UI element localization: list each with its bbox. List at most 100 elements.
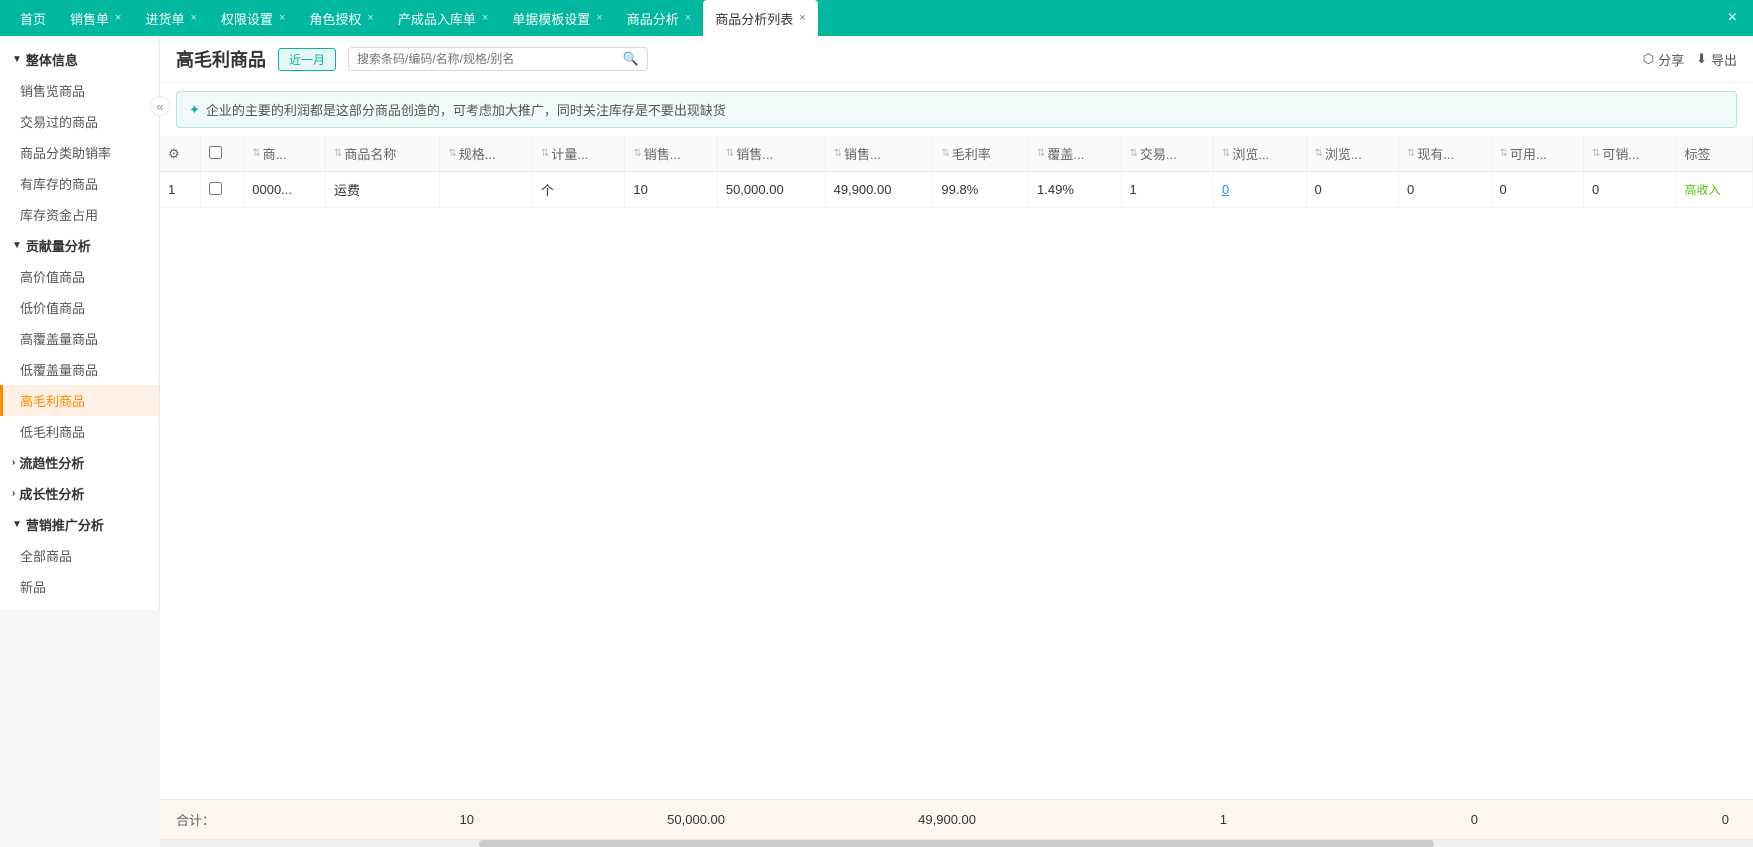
header-actions: ⬡ 分享 ⬇ 导出	[1643, 50, 1737, 69]
footer-salable: 0	[1486, 812, 1737, 827]
col-settings[interactable]: ⚙	[160, 136, 201, 172]
sidebar-item-high-value[interactable]: 高价值商品	[0, 261, 159, 292]
sort-icon: ⇅	[1037, 148, 1045, 159]
sort-icon: ⇅	[541, 148, 549, 159]
sidebar-item-all-products[interactable]: 全部商品	[0, 540, 159, 571]
sidebar-group-growth[interactable]: › 成长性分析	[0, 478, 159, 509]
cell-salable: 0	[1584, 172, 1677, 208]
expand-icon: ▼	[12, 54, 22, 65]
filter-month-button[interactable]: 近一月	[278, 48, 336, 71]
close-icon[interactable]: ×	[279, 12, 285, 24]
select-all-checkbox[interactable]	[209, 146, 222, 159]
nav-product-inbound[interactable]: 产成品入库单 ×	[386, 0, 500, 36]
table-container: ⚙ ⇅商... ⇅商品名称 ⇅规格... ⇅计量... ⇅销售... ⇅销售..…	[160, 136, 1753, 799]
cell-coverage: 1.49%	[1029, 172, 1122, 208]
nav-template[interactable]: 单据模板设置 ×	[500, 0, 614, 36]
sidebar-group-trend[interactable]: › 流趋性分析	[0, 447, 159, 478]
col-available[interactable]: ⇅可用...	[1491, 136, 1584, 172]
col-sale-qty[interactable]: ⇅销售...	[625, 136, 718, 172]
page-title: 高毛利商品	[176, 46, 266, 72]
scrollbar-thumb[interactable]	[479, 840, 1435, 847]
col-tag[interactable]: 标签	[1676, 136, 1752, 172]
sidebar-collapse-button[interactable]: «	[150, 96, 170, 116]
cell-trade: 1	[1121, 172, 1214, 208]
horizontal-scrollbar[interactable]	[160, 839, 1753, 847]
sidebar-item-low-margin[interactable]: 低毛利商品	[0, 416, 159, 447]
sidebar-item-new-products[interactable]: 新品	[0, 571, 159, 602]
cell-sale-profit: 49,900.00	[825, 172, 933, 208]
expand-icon: ›	[12, 488, 15, 499]
close-all-button[interactable]: ×	[1720, 9, 1745, 27]
col-coverage[interactable]: ⇅覆盖...	[1029, 136, 1122, 172]
col-checkbox	[201, 136, 244, 172]
cell-sale-amount: 50,000.00	[717, 172, 825, 208]
expand-icon: ▼	[12, 240, 22, 251]
sort-icon: ⇅	[1222, 148, 1230, 159]
sidebar-item-category-rate[interactable]: 商品分类助销率	[0, 137, 159, 168]
footer-sale-qty: 10	[231, 812, 482, 827]
col-sale-profit[interactable]: ⇅销售...	[825, 136, 933, 172]
sidebar-item-in-stock[interactable]: 有库存的商品	[0, 168, 159, 199]
col-browse1[interactable]: ⇅浏览...	[1214, 136, 1307, 172]
top-nav: 首页 销售单 × 进货单 × 权限设置 × 角色授权 × 产成品入库单 × 单据…	[0, 0, 1753, 36]
cell-available: 0	[1491, 172, 1584, 208]
sidebar-item-high-margin[interactable]: 高毛利商品	[0, 385, 159, 416]
cell-index: 1	[160, 172, 201, 208]
sidebar-group-marketing[interactable]: ▼ 营销推广分析	[0, 509, 159, 540]
sidebar-item-low-coverage[interactable]: 低覆盖量商品	[0, 354, 159, 385]
close-icon[interactable]: ×	[190, 12, 196, 24]
sidebar-item-high-coverage[interactable]: 高覆盖量商品	[0, 323, 159, 354]
sort-icon: ⇅	[1130, 148, 1138, 159]
footer-available: 0	[1235, 812, 1486, 827]
nav-product-analysis[interactable]: 商品分析 ×	[615, 0, 703, 36]
sidebar-group-contribution[interactable]: ▼ 贡献量分析	[0, 230, 159, 261]
nav-product-analysis-list[interactable]: 商品分析列表 ×	[703, 0, 817, 36]
col-unit[interactable]: ⇅计量...	[532, 136, 625, 172]
sidebar-item-traded[interactable]: 交易过的商品	[0, 106, 159, 137]
nav-permission[interactable]: 权限设置 ×	[209, 0, 297, 36]
cell-name: 运费	[326, 172, 440, 208]
sidebar-item-low-value[interactable]: 低价值商品	[0, 292, 159, 323]
close-icon[interactable]: ×	[115, 12, 121, 24]
close-icon[interactable]: ×	[799, 12, 805, 24]
cell-unit: 个	[532, 172, 625, 208]
col-browse2[interactable]: ⇅浏览...	[1306, 136, 1399, 172]
col-current-stock[interactable]: ⇅现有...	[1399, 136, 1492, 172]
expand-icon: ›	[12, 457, 15, 468]
col-trade[interactable]: ⇅交易...	[1121, 136, 1214, 172]
sidebar-item-sales-overview[interactable]: 销售览商品	[0, 75, 159, 106]
close-icon[interactable]: ×	[596, 12, 602, 24]
close-icon[interactable]: ×	[367, 12, 373, 24]
nav-home[interactable]: 首页	[8, 0, 58, 36]
nav-sales[interactable]: 销售单 ×	[58, 0, 133, 36]
col-spec[interactable]: ⇅规格...	[440, 136, 533, 172]
export-button[interactable]: ⬇ 导出	[1696, 50, 1737, 69]
footer-cells: 10 50,000.00 49,900.00 1 0 0	[231, 812, 1737, 827]
sort-icon: ⇅	[1407, 148, 1415, 159]
col-gross-margin[interactable]: ⇅毛利率	[933, 136, 1029, 172]
share-button[interactable]: ⬡ 分享	[1643, 50, 1684, 69]
row-checkbox[interactable]	[209, 182, 222, 195]
sidebar-group-overview[interactable]: ▼ 整体信息	[0, 44, 159, 75]
nav-purchase[interactable]: 进货单 ×	[133, 0, 208, 36]
close-icon[interactable]: ×	[685, 12, 691, 24]
export-icon: ⬇	[1696, 51, 1707, 67]
search-input[interactable]	[357, 52, 623, 66]
col-salable[interactable]: ⇅可销...	[1584, 136, 1677, 172]
close-icon[interactable]: ×	[482, 12, 488, 24]
sort-icon: ⇅	[834, 148, 842, 159]
cell-browse1[interactable]: 0	[1214, 172, 1307, 208]
sort-icon: ⇅	[1500, 148, 1508, 159]
col-name[interactable]: ⇅商品名称	[326, 136, 440, 172]
col-code[interactable]: ⇅商...	[244, 136, 326, 172]
info-icon: ✦	[189, 102, 200, 118]
col-sale-amount[interactable]: ⇅销售...	[717, 136, 825, 172]
sort-icon: ⇅	[1315, 148, 1323, 159]
info-banner: ✦ 企业的主要的利润都是这部分商品创造的，可考虑加大推广，同时关注库存是不要出现…	[176, 91, 1737, 128]
sidebar-item-stock-fund[interactable]: 库存资金占用	[0, 199, 159, 230]
footer-sale-amount: 50,000.00	[482, 812, 733, 827]
nav-role[interactable]: 角色授权 ×	[297, 0, 385, 36]
sort-icon: ⇅	[726, 148, 734, 159]
search-icon[interactable]: 🔍	[623, 51, 639, 67]
data-table: ⚙ ⇅商... ⇅商品名称 ⇅规格... ⇅计量... ⇅销售... ⇅销售..…	[160, 136, 1753, 208]
